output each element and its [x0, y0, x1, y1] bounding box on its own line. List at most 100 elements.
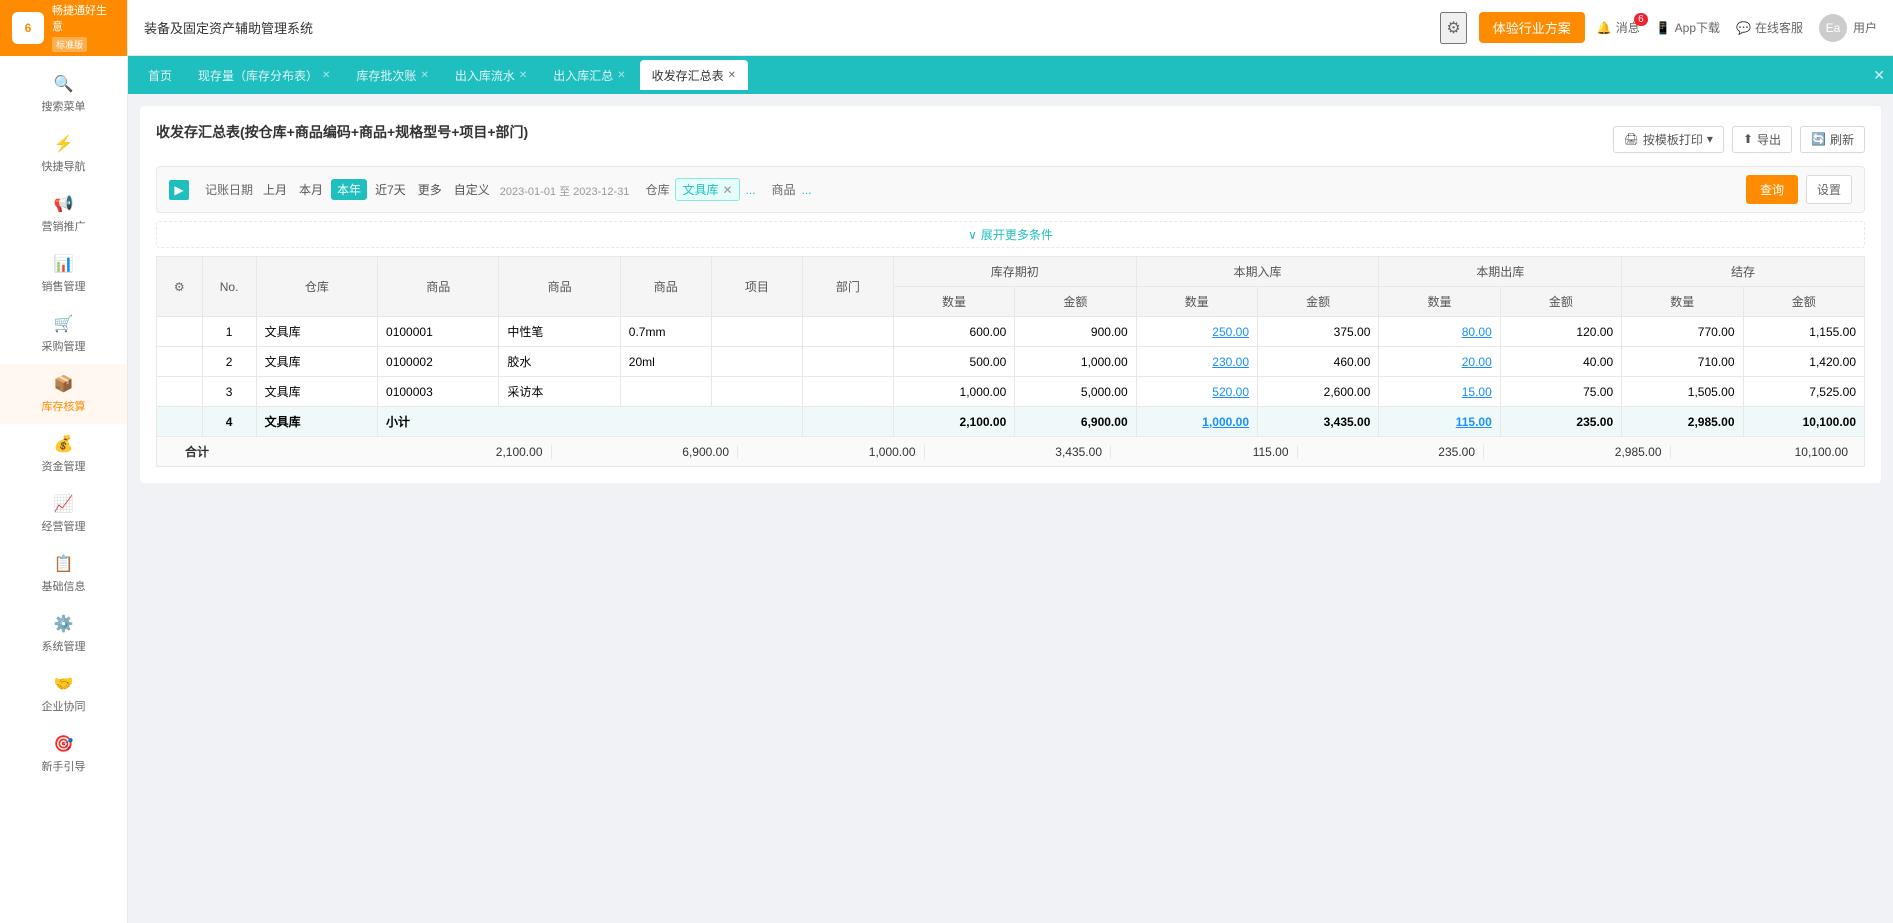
warehouse-more-button[interactable]: ... [746, 183, 756, 197]
row-gear[interactable] [157, 347, 203, 377]
topbar-right: 🔔 消息 6 📱 App下载 💬 在线客服 Ea 用户 [1597, 14, 1877, 42]
sidebar-item-basic-info-label: 基础信息 [42, 578, 86, 594]
tab-home[interactable]: 首页 [136, 60, 184, 90]
subtotal-opening-qty: 2,100.00 [893, 407, 1014, 437]
row-in-amt: 460.00 [1258, 347, 1379, 377]
tabbar-close-all[interactable]: ✕ [1873, 67, 1885, 84]
sidebar-item-marketing[interactable]: 📢 营销推广 [0, 184, 127, 244]
date-buttons: 上月 本月 本年 近7天 更多 自定义 [259, 179, 494, 200]
row-gear[interactable] [157, 377, 203, 407]
col-header-department: 部门 [802, 257, 893, 317]
row-goods-spec: 20ml [620, 347, 711, 377]
row-goods-spec [620, 377, 711, 407]
tab-receive-send-summary[interactable]: 收发存汇总表 ✕ [640, 60, 748, 90]
tab-inventory-dist-close[interactable]: ✕ [322, 70, 330, 81]
export-button[interactable]: ⬆ 导出 [1732, 126, 1792, 153]
row-gear[interactable] [157, 317, 203, 347]
tab-inventory-dist[interactable]: 现存量（库存分布表） ✕ [186, 60, 342, 90]
tab-in-out-summary-close[interactable]: ✕ [617, 70, 625, 81]
total-label: 合计 [165, 443, 365, 460]
main-area: 装备及固定资产辅助管理系统 ⚙ 体验行业方案 🔔 消息 6 📱 App下载 💬 … [128, 0, 1893, 923]
sidebar-item-finance[interactable]: 💰 资金管理 [0, 424, 127, 484]
row-warehouse: 文具库 [256, 317, 377, 347]
gear-button[interactable]: ⚙ [1440, 12, 1466, 44]
sidebar-item-search[interactable]: 🔍 搜索菜单 [0, 64, 127, 124]
sidebar-item-system[interactable]: ⚙️ 系统管理 [0, 604, 127, 664]
row-in-qty[interactable]: 230.00 [1136, 347, 1257, 377]
expand-more-bar[interactable]: ∨ 展开更多条件 [156, 221, 1865, 248]
date-btn-more[interactable]: 更多 [414, 179, 446, 200]
data-table: ⚙ No. 仓库 商品 商品 商品 项目 部门 库存期初 本期入库 本期出库 结… [156, 256, 1865, 437]
row-goods-name: 胶水 [499, 347, 620, 377]
setting-button[interactable]: 设置 [1806, 175, 1852, 204]
row-closing-amt: 7,525.00 [1743, 377, 1865, 407]
tab-in-out-flow-close[interactable]: ✕ [519, 70, 527, 81]
row-goods-code: 0100001 [378, 317, 499, 347]
online-service-button[interactable]: 💬 在线客服 [1736, 19, 1803, 36]
refresh-icon: 🔄 [1811, 132, 1826, 146]
message-button[interactable]: 🔔 消息 6 [1597, 19, 1640, 36]
app-download-button[interactable]: 📱 App下载 [1656, 19, 1720, 36]
sales-icon: 📊 [54, 254, 74, 274]
export-label: 导出 [1757, 131, 1781, 148]
tab-in-out-flow[interactable]: 出入库流水 ✕ [443, 60, 539, 90]
sidebar-item-purchase[interactable]: 🛒 采购管理 [0, 304, 127, 364]
sidebar-item-basic-info[interactable]: 📋 基础信息 [0, 544, 127, 604]
total-out-qty: 115.00 [1111, 445, 1298, 459]
sidebar-item-inventory[interactable]: 📦 库存核算 [0, 364, 127, 424]
tab-batch-ledger-close[interactable]: ✕ [420, 70, 428, 81]
subtotal-out-qty[interactable]: 115.00 [1379, 407, 1500, 437]
user-menu[interactable]: Ea 用户 [1819, 14, 1877, 42]
row-no: 3 [202, 377, 256, 407]
date-btn-this-year[interactable]: 本年 [331, 179, 367, 200]
trial-button[interactable]: 体验行业方案 [1479, 12, 1585, 43]
page-header: 收发存汇总表(按仓库+商品编码+商品+规格型号+项目+部门) 🖨 按模板打印 ▾… [156, 122, 1865, 156]
subtotal-seq: 4 [202, 407, 256, 437]
row-in-qty[interactable]: 520.00 [1136, 377, 1257, 407]
row-out-qty[interactable]: 80.00 [1379, 317, 1500, 347]
sidebar-item-sales[interactable]: 📊 销售管理 [0, 244, 127, 304]
goods-filter: 商品 ... [772, 181, 812, 198]
row-project [711, 377, 802, 407]
tab-receive-send-summary-label: 收发存汇总表 [652, 67, 724, 84]
col-header-goods-code: 商品 [378, 257, 499, 317]
sidebar-item-cooperation[interactable]: 🤝 企业协同 [0, 664, 127, 724]
subtotal-in-amt: 3,435.00 [1258, 407, 1379, 437]
goods-more-button[interactable]: ... [802, 183, 812, 197]
date-btn-last-7days[interactable]: 近7天 [371, 179, 410, 200]
refresh-button[interactable]: 🔄 刷新 [1800, 126, 1865, 153]
sidebar-item-quick-nav[interactable]: ⚡ 快捷导航 [0, 124, 127, 184]
sidebar-item-guide[interactable]: 🎯 新手引导 [0, 724, 127, 784]
sidebar-item-operation[interactable]: 📈 经营管理 [0, 484, 127, 544]
bell-icon: 🔔 [1597, 21, 1612, 35]
row-in-amt: 375.00 [1258, 317, 1379, 347]
filter-toggle-button[interactable]: ▶ [169, 180, 189, 200]
row-out-qty[interactable]: 15.00 [1379, 377, 1500, 407]
warehouse-tag-close[interactable]: ✕ [722, 183, 732, 197]
tab-inventory-dist-label: 现存量（库存分布表） [198, 67, 318, 84]
tab-batch-ledger[interactable]: 库存批次账 ✕ [344, 60, 440, 90]
row-project [711, 317, 802, 347]
date-btn-this-month[interactable]: 本月 [295, 179, 327, 200]
row-in-qty[interactable]: 250.00 [1136, 317, 1257, 347]
sidebar-item-search-label: 搜索菜单 [42, 98, 86, 114]
warehouse-filter-label: 仓库 [645, 181, 669, 198]
refresh-label: 刷新 [1830, 131, 1854, 148]
query-button[interactable]: 查询 [1746, 175, 1798, 204]
gear-col-header[interactable]: ⚙ [157, 257, 203, 317]
goods-filter-label: 商品 [772, 181, 796, 198]
operation-icon: 📈 [54, 494, 74, 514]
table-row: 3 文具库 0100003 采访本 1,000.00 5,000.00 520.… [157, 377, 1865, 407]
date-btn-last-month[interactable]: 上月 [259, 179, 291, 200]
tab-receive-send-summary-close[interactable]: ✕ [728, 70, 736, 81]
subtotal-in-qty[interactable]: 1,000.00 [1136, 407, 1257, 437]
tab-in-out-summary-label: 出入库汇总 [553, 67, 613, 84]
sidebar-item-system-label: 系统管理 [42, 638, 86, 654]
subtotal-warehouse: 文具库 [256, 407, 377, 437]
row-out-qty[interactable]: 20.00 [1379, 347, 1500, 377]
tab-in-out-summary[interactable]: 出入库汇总 ✕ [541, 60, 637, 90]
date-btn-custom[interactable]: 自定义 [450, 179, 494, 200]
print-button[interactable]: 🖨 按模板打印 ▾ [1613, 126, 1724, 153]
phone-icon: 📱 [1656, 21, 1671, 35]
print-icon: 🖨 [1624, 132, 1639, 146]
